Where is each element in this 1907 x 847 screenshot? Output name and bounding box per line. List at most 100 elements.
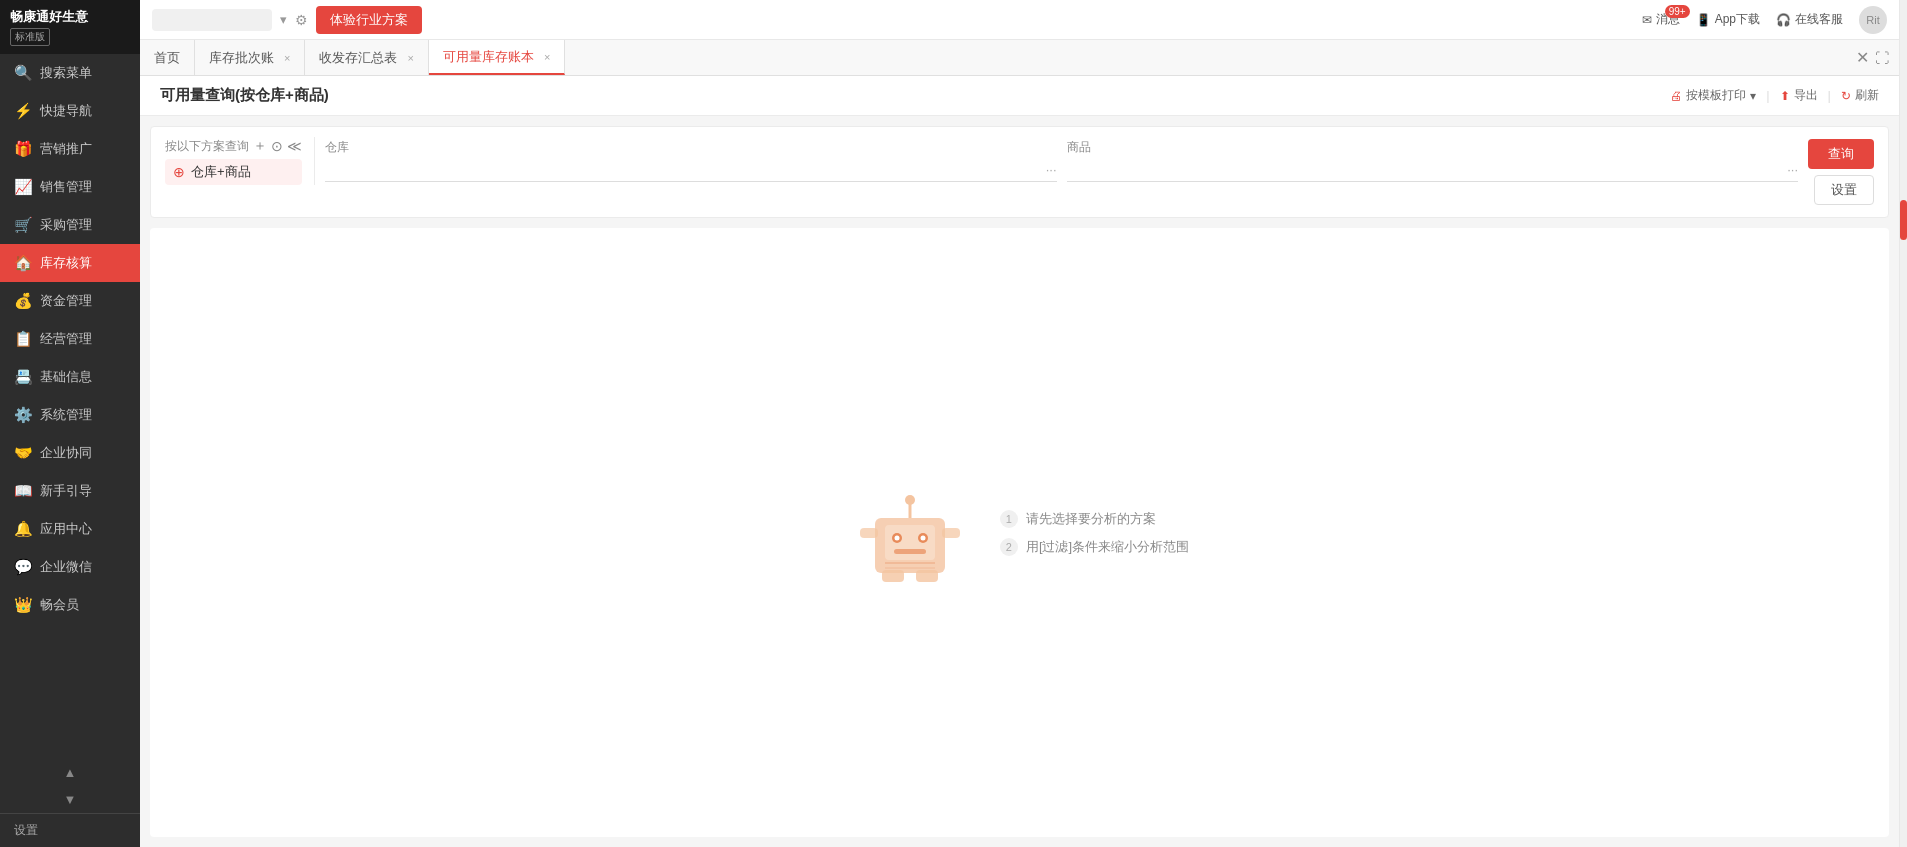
- step2-number: 2: [1000, 538, 1018, 556]
- query-button[interactable]: 查询: [1808, 139, 1874, 169]
- search-icon: 🔍: [14, 64, 32, 82]
- sidebar-item-label: 搜索菜单: [40, 64, 92, 82]
- topbar-right: ✉ 消息 99+ 📱 App下载 🎧 在线客服 Rit: [1642, 6, 1887, 34]
- topbar-online-service[interactable]: 🎧 在线客服: [1776, 11, 1843, 28]
- tab-available-stock-label: 可用量库存账本: [443, 48, 534, 66]
- warehouse-more-button[interactable]: ···: [1046, 162, 1057, 177]
- sidebar-item-marketing[interactable]: 🎁 营销推广: [0, 130, 140, 168]
- chart-icon: 📈: [14, 178, 32, 196]
- sidebar-item-label: 库存核算: [40, 254, 92, 272]
- gift-icon: 🎁: [14, 140, 32, 158]
- sidebar-item-quick-nav[interactable]: ⚡ 快捷导航: [0, 92, 140, 130]
- sidebar-item-system[interactable]: ⚙️ 系统管理: [0, 396, 140, 434]
- sidebar-item-basic[interactable]: 📇 基础信息: [0, 358, 140, 396]
- scheme-warehouse-goods-label: 仓库+商品: [191, 163, 251, 181]
- tab-home[interactable]: 首页: [140, 40, 195, 75]
- scheme-warehouse-goods[interactable]: ⊕ 仓库+商品: [165, 159, 302, 185]
- warehouse-field-label: 仓库: [325, 139, 1057, 156]
- edition-badge: 标准版: [10, 28, 50, 46]
- sidebar-item-label: 基础信息: [40, 368, 92, 386]
- right-scrollbar[interactable]: [1899, 0, 1907, 847]
- book-icon: 📖: [14, 482, 32, 500]
- sidebar-item-newbie[interactable]: 📖 新手引导: [0, 472, 140, 510]
- topbar-app-download[interactable]: 📱 App下载: [1696, 11, 1760, 28]
- tab-batch-account[interactable]: 库存批次账 ×: [195, 40, 305, 75]
- sidebar-item-label: 企业微信: [40, 558, 92, 576]
- headset-icon: 🎧: [1776, 13, 1791, 27]
- collapse-scheme-button[interactable]: ≪: [287, 138, 302, 154]
- svg-point-4: [894, 535, 899, 540]
- filter-fields: 仓库 ··· 商品 ···: [325, 137, 1798, 182]
- add-scheme-button[interactable]: ＋: [253, 137, 267, 155]
- refresh-button[interactable]: ↻ 刷新: [1841, 87, 1879, 104]
- query-row: 按以下方案查询 ＋ ⊙ ≪ ⊕ 仓库+商品 仓库: [151, 127, 1888, 217]
- svg-rect-11: [882, 570, 904, 582]
- sidebar-item-enterprise[interactable]: 🤝 企业协同: [0, 434, 140, 472]
- topbar-search-input[interactable]: [152, 9, 272, 31]
- svg-rect-6: [894, 549, 926, 554]
- empty-robot-icon: [850, 473, 970, 593]
- tabs-bar: 首页 库存批次账 × 收发存汇总表 × 可用量库存账本 × ✕ ⛶: [140, 40, 1899, 76]
- tab-available-stock[interactable]: 可用量库存账本 ×: [429, 40, 565, 75]
- sidebar-item-sales[interactable]: 📈 销售管理: [0, 168, 140, 206]
- sidebar-item-purchase[interactable]: 🛒 采购管理: [0, 206, 140, 244]
- topbar-message-button[interactable]: ✉ 消息 99+: [1642, 11, 1680, 28]
- sidebar-item-label: 应用中心: [40, 520, 92, 538]
- sidebar-item-member[interactable]: 👑 畅会员: [0, 586, 140, 624]
- sidebar-item-finance[interactable]: 💰 资金管理: [0, 282, 140, 320]
- sidebar-item-label: 系统管理: [40, 406, 92, 424]
- query-buttons: 查询 设置: [1808, 137, 1874, 207]
- sidebar-item-label: 企业协同: [40, 444, 92, 462]
- goods-field-label: 商品: [1067, 139, 1799, 156]
- query-settings-button[interactable]: 设置: [1814, 175, 1874, 205]
- sidebar-item-search[interactable]: 🔍 搜索菜单: [0, 54, 140, 92]
- export-button[interactable]: ⬆ 导出: [1780, 87, 1818, 104]
- goods-more-button[interactable]: ···: [1787, 162, 1798, 177]
- warehouse-input[interactable]: [325, 162, 1042, 177]
- tabs-expand-button[interactable]: ⛶: [1875, 50, 1889, 66]
- sidebar-item-label: 畅会员: [40, 596, 79, 614]
- print-button[interactable]: 🖨 按模板打印 ▾: [1670, 87, 1756, 104]
- topbar: ▾ ⚙ 体验行业方案 ✉ 消息 99+ 📱 App下载 🎧 在线客服 Rit: [140, 0, 1899, 40]
- tabs-close-button[interactable]: ✕: [1856, 48, 1869, 67]
- empty-illustration: [850, 473, 970, 593]
- print-icon: 🖨: [1670, 89, 1682, 103]
- sidebar-scroll-down[interactable]: ▼: [0, 786, 140, 813]
- svg-rect-9: [860, 528, 878, 538]
- warehouse-field: 仓库 ···: [325, 139, 1057, 182]
- settings-scheme-button[interactable]: ⊙: [271, 138, 283, 154]
- sidebar-item-app-center[interactable]: 🔔 应用中心: [0, 510, 140, 548]
- lightning-icon: ⚡: [14, 102, 32, 120]
- sidebar-scroll-up[interactable]: ▲: [0, 759, 140, 786]
- sidebar-item-wechat[interactable]: 💬 企业微信: [0, 548, 140, 586]
- svg-point-5: [920, 535, 925, 540]
- topbar-chevron-icon[interactable]: ▾: [280, 12, 287, 27]
- topbar-gear-icon[interactable]: ⚙: [295, 12, 308, 28]
- tab-receive-summary-close[interactable]: ×: [407, 52, 413, 64]
- clipboard-icon: 📋: [14, 330, 32, 348]
- divider1: |: [1766, 88, 1769, 103]
- svg-rect-10: [942, 528, 960, 538]
- sidebar-item-label: 采购管理: [40, 216, 92, 234]
- query-scheme-panel: 按以下方案查询 ＋ ⊙ ≪ ⊕ 仓库+商品: [165, 137, 315, 185]
- chat-icon: 💬: [14, 558, 32, 576]
- tabs-bar-actions: ✕ ⛶: [1846, 48, 1899, 67]
- scrollbar-thumb[interactable]: [1900, 200, 1907, 240]
- svg-point-8: [905, 495, 915, 505]
- step1-number: 1: [1000, 510, 1018, 528]
- goods-input[interactable]: [1067, 162, 1784, 177]
- sidebar-item-inventory[interactable]: 🏠 库存核算: [0, 244, 140, 282]
- company-name: 畅康通好生意: [10, 8, 130, 26]
- tab-receive-summary[interactable]: 收发存汇总表 ×: [305, 40, 428, 75]
- empty-step2: 2 用[过滤]条件来缩小分析范围: [1000, 538, 1189, 556]
- topbar-trial-button[interactable]: 体验行业方案: [316, 6, 422, 34]
- tab-batch-account-close[interactable]: ×: [284, 52, 290, 64]
- sidebar-item-label: 资金管理: [40, 292, 92, 310]
- topbar-avatar[interactable]: Rit: [1859, 6, 1887, 34]
- tab-available-stock-close[interactable]: ×: [544, 51, 550, 63]
- sidebar-item-operation[interactable]: 📋 经营管理: [0, 320, 140, 358]
- sidebar-settings[interactable]: 设置: [0, 813, 140, 847]
- tab-batch-account-label: 库存批次账: [209, 49, 274, 67]
- empty-state-area: 1 请先选择要分析的方案 2 用[过滤]条件来缩小分析范围: [150, 228, 1889, 837]
- export-icon: ⬆: [1780, 89, 1790, 103]
